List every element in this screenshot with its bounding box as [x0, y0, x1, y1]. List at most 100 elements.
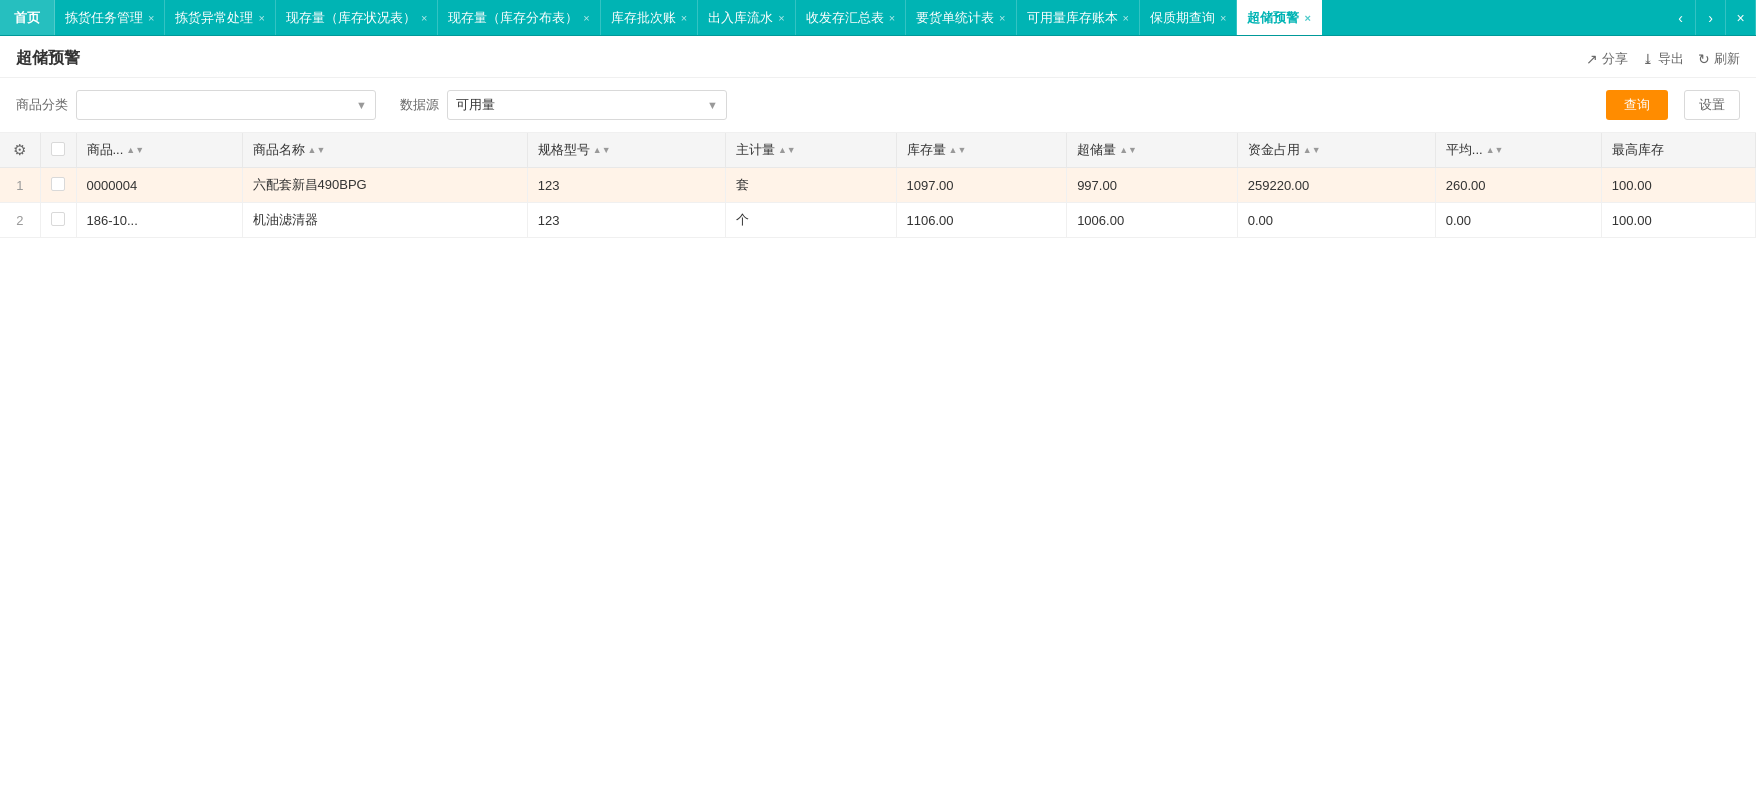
column-settings-icon[interactable]: ⚙	[13, 141, 26, 158]
nav-close-arrow[interactable]: ×	[1726, 0, 1756, 36]
export-icon: ⤓	[1642, 51, 1654, 67]
row-name-cell: 六配套新昌490BPG	[242, 168, 527, 203]
sort-icon-overstock[interactable]: ▲▼	[1119, 146, 1137, 155]
tab-close-btn-10[interactable]: ×	[1304, 12, 1310, 24]
query-button[interactable]: 查询	[1606, 90, 1668, 120]
tab-close-btn-6[interactable]: ×	[889, 12, 895, 24]
nav-tab-8[interactable]: 可用量库存账本×	[1017, 0, 1140, 35]
row-maxstock-cell: 100.00	[1601, 203, 1755, 238]
category-select-value	[85, 98, 89, 113]
row-index: 2	[16, 213, 23, 228]
tab-close-btn-1[interactable]: ×	[258, 12, 264, 24]
row-checkbox-cell	[40, 168, 76, 203]
nav-tab-5[interactable]: 出入库流水×	[698, 0, 795, 35]
share-button[interactable]: ↗ 分享	[1586, 50, 1628, 68]
tab-close-btn-4[interactable]: ×	[681, 12, 687, 24]
row-avg-cell: 0.00	[1435, 203, 1601, 238]
tab-close-btn-8[interactable]: ×	[1123, 12, 1129, 24]
tab-close-btn-3[interactable]: ×	[583, 12, 589, 24]
category-select[interactable]: ▼	[76, 90, 376, 120]
nav-tab-9[interactable]: 保质期查询×	[1140, 0, 1237, 35]
tab-close-btn-7[interactable]: ×	[999, 12, 1005, 24]
nav-next-arrow[interactable]: ›	[1696, 0, 1726, 36]
col-header-avg: 平均... ▲▼	[1435, 133, 1601, 168]
col-header-overstock: 超储量 ▲▼	[1067, 133, 1238, 168]
row-code-cell: 0000004	[76, 168, 242, 203]
datasource-select-arrow: ▼	[707, 99, 718, 111]
col-header-capital: 资金占用 ▲▼	[1237, 133, 1435, 168]
row-overstock-cell: 1006.00	[1067, 203, 1238, 238]
category-label: 商品分类	[16, 96, 68, 114]
category-filter-group: 商品分类 ▼	[16, 90, 376, 120]
nav-tab-1[interactable]: 拣货异常处理×	[165, 0, 275, 35]
nav-bar: 首页 拣货任务管理×拣货异常处理×现存量（库存状况表）×现存量（库存分布表）×库…	[0, 0, 1756, 36]
category-select-arrow: ▼	[356, 99, 367, 111]
sort-icon-avg[interactable]: ▲▼	[1486, 146, 1504, 155]
page-header: 超储预警 ↗ 分享 ⤓ 导出 ↻ 刷新	[0, 36, 1756, 78]
nav-tab-4[interactable]: 库存批次账×	[601, 0, 698, 35]
page-container: 超储预警 ↗ 分享 ⤓ 导出 ↻ 刷新 商品分类 ▼ 数据源	[0, 36, 1756, 800]
row-capital-cell: 259220.00	[1237, 168, 1435, 203]
row-overstock-cell: 997.00	[1067, 168, 1238, 203]
nav-right-section: ‹ › ×	[1666, 0, 1756, 36]
col-header-maxstock: 最高库存	[1601, 133, 1755, 168]
row-unit-cell: 套	[725, 168, 896, 203]
sort-icon-unit[interactable]: ▲▼	[778, 146, 796, 155]
col-header-checkbox	[40, 133, 76, 168]
row-unit-cell: 个	[725, 203, 896, 238]
row-settings-cell: 1	[0, 168, 40, 203]
export-button[interactable]: ⤓ 导出	[1642, 50, 1684, 68]
sort-icon-stock[interactable]: ▲▼	[949, 146, 967, 155]
sort-icon-code[interactable]: ▲▼	[126, 146, 144, 155]
datasource-select-value: 可用量	[456, 96, 495, 114]
row-spec-cell: 123	[527, 168, 725, 203]
row-checkbox[interactable]	[51, 177, 65, 191]
row-spec-cell: 123	[527, 203, 725, 238]
row-capital-cell: 0.00	[1237, 203, 1435, 238]
data-table: ⚙ 商品... ▲▼ 商品名称 ▲▼	[0, 133, 1756, 238]
row-checkbox-cell	[40, 203, 76, 238]
datasource-select[interactable]: 可用量 ▼	[447, 90, 727, 120]
col-header-stock: 库存量 ▲▼	[896, 133, 1067, 168]
tab-close-btn-2[interactable]: ×	[421, 12, 427, 24]
row-code-cell: 186-10...	[76, 203, 242, 238]
table-row: 1 0000004 六配套新昌490BPG 123 套 1097.00 997.…	[0, 168, 1756, 203]
row-index: 1	[16, 178, 23, 193]
header-actions: ↗ 分享 ⤓ 导出 ↻ 刷新	[1586, 50, 1740, 68]
table-container: ⚙ 商品... ▲▼ 商品名称 ▲▼	[0, 133, 1756, 238]
datasource-label: 数据源	[400, 96, 439, 114]
row-name-cell: 机油滤清器	[242, 203, 527, 238]
nav-tab-3[interactable]: 现存量（库存分布表）×	[438, 0, 600, 35]
select-all-checkbox[interactable]	[51, 142, 65, 156]
datasource-filter-group: 数据源 可用量 ▼	[400, 90, 727, 120]
tab-close-btn-9[interactable]: ×	[1220, 12, 1226, 24]
share-icon: ↗	[1586, 51, 1598, 67]
nav-tab-6[interactable]: 收发存汇总表×	[796, 0, 906, 35]
row-checkbox[interactable]	[51, 212, 65, 226]
col-header-code: 商品... ▲▼	[76, 133, 242, 168]
tab-close-btn-5[interactable]: ×	[778, 12, 784, 24]
row-avg-cell: 260.00	[1435, 168, 1601, 203]
row-settings-cell: 2	[0, 203, 40, 238]
nav-tab-0[interactable]: 拣货任务管理×	[55, 0, 165, 35]
tab-close-btn-0[interactable]: ×	[148, 12, 154, 24]
nav-tab-10[interactable]: 超储预警×	[1237, 0, 1321, 35]
refresh-icon: ↻	[1698, 51, 1710, 67]
filter-row: 商品分类 ▼ 数据源 可用量 ▼ 查询 设置	[0, 78, 1756, 133]
row-stock-cell: 1097.00	[896, 168, 1067, 203]
nav-tab-7[interactable]: 要货单统计表×	[906, 0, 1016, 35]
nav-home[interactable]: 首页	[0, 0, 55, 35]
settings-button[interactable]: 设置	[1684, 90, 1740, 120]
nav-tab-2[interactable]: 现存量（库存状况表）×	[276, 0, 438, 35]
refresh-button[interactable]: ↻ 刷新	[1698, 50, 1740, 68]
sort-icon-name[interactable]: ▲▼	[308, 146, 326, 155]
sort-icon-capital[interactable]: ▲▼	[1303, 146, 1321, 155]
row-stock-cell: 1106.00	[896, 203, 1067, 238]
nav-prev-arrow[interactable]: ‹	[1666, 0, 1696, 36]
col-header-unit: 主计量 ▲▼	[725, 133, 896, 168]
page-title: 超储预警	[16, 48, 80, 69]
table-row: 2 186-10... 机油滤清器 123 个 1106.00 1006.00 …	[0, 203, 1756, 238]
sort-icon-spec[interactable]: ▲▼	[593, 146, 611, 155]
col-header-settings: ⚙	[0, 133, 40, 168]
row-maxstock-cell: 100.00	[1601, 168, 1755, 203]
